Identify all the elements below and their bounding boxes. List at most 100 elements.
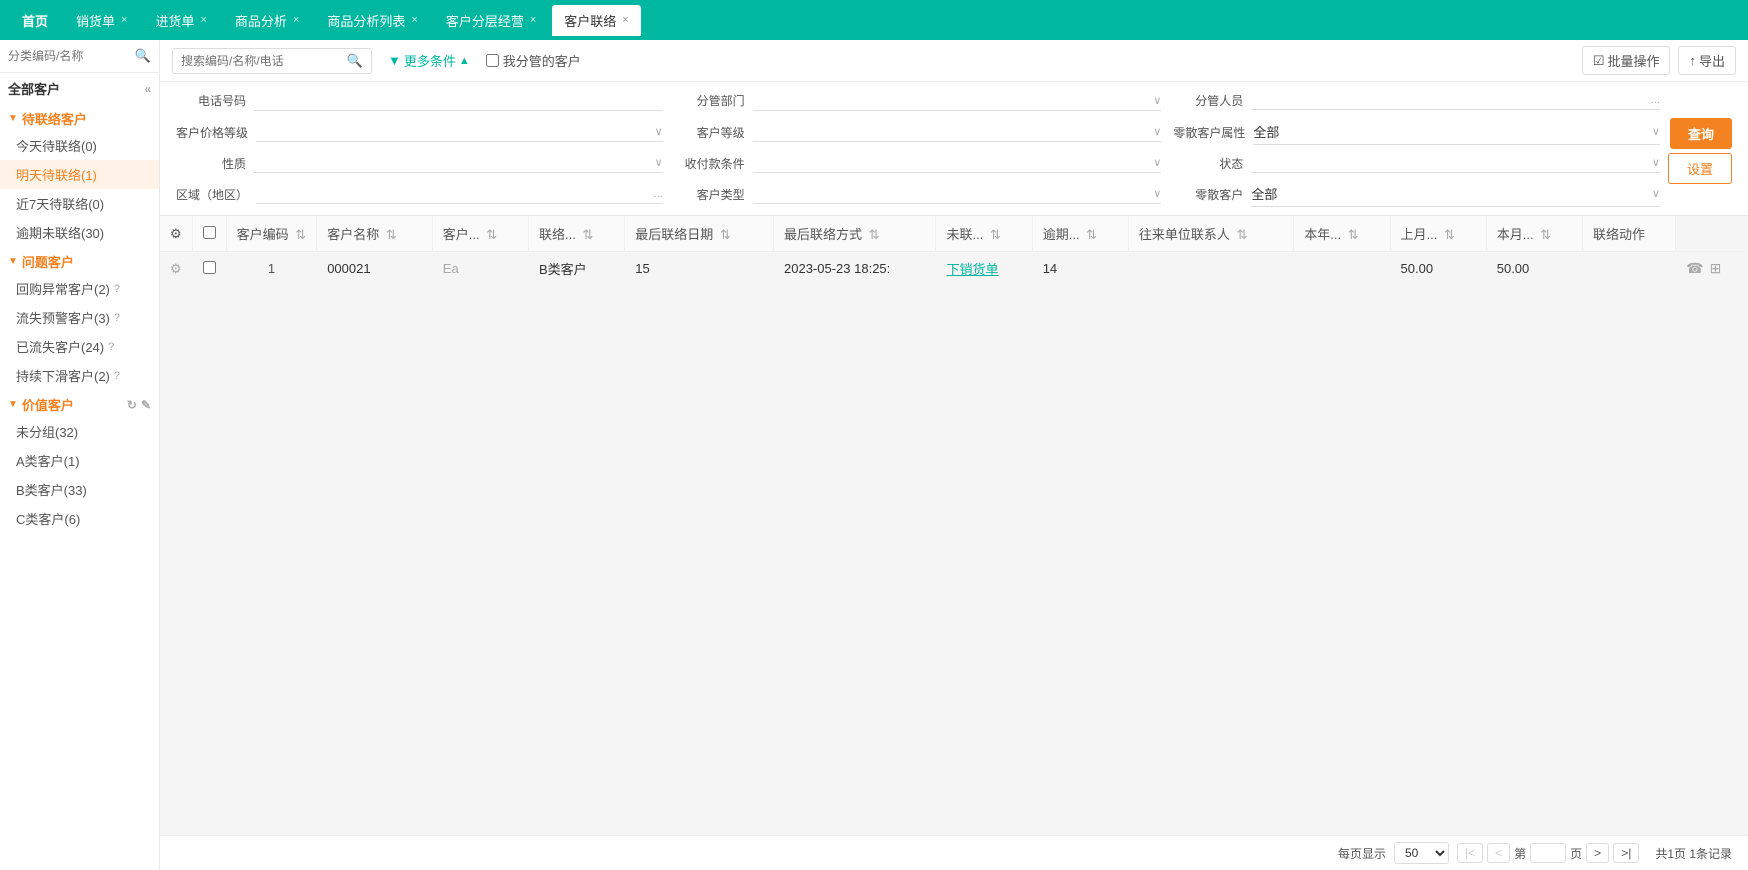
query-btn[interactable]: 查询 bbox=[1670, 118, 1732, 149]
filter-retail-customer-label: 零散客户 bbox=[1173, 186, 1243, 203]
set-btn[interactable]: 设置 bbox=[1668, 153, 1732, 184]
filter-retail-attr-select[interactable]: 全部 ∨ bbox=[1253, 119, 1660, 145]
sort-unit-contact-icon[interactable]: ⇅ bbox=[1237, 227, 1248, 242]
filter-retail-customer-select[interactable]: 全部 ∨ bbox=[1251, 181, 1660, 207]
row-actions: ☎ ⊞ bbox=[1686, 260, 1737, 277]
sort-contact-icon[interactable]: ⇅ bbox=[582, 227, 593, 242]
sidebar-all-customers[interactable]: 全部客户 « bbox=[0, 73, 159, 104]
more-conditions-btn[interactable]: ▼ 更多条件 ▲ bbox=[380, 47, 478, 74]
sidebar-item-overdue[interactable]: 逾期未联络(30) bbox=[0, 218, 159, 247]
sort-last-contact-method-icon[interactable]: ⇅ bbox=[869, 227, 880, 242]
td-last-month: 50.00 bbox=[1486, 252, 1582, 286]
sort-this-month-icon[interactable]: ⇅ bbox=[1540, 227, 1551, 242]
main-search-icon[interactable]: 🔍 bbox=[347, 53, 363, 69]
close-purchase-order[interactable]: × bbox=[200, 14, 206, 26]
customer-table: ⚙ 客户编码 ⇅ 客户名称 ⇅ bbox=[160, 216, 1748, 286]
select-all-checkbox[interactable] bbox=[203, 226, 216, 239]
th-last-month: 上月... ⇅ bbox=[1390, 216, 1486, 252]
sidebar-item-churned[interactable]: 已流失客户(24) ? bbox=[0, 332, 159, 361]
sort-overdue-icon[interactable]: ⇅ bbox=[1086, 227, 1097, 242]
help-icon-churn[interactable]: ? bbox=[114, 312, 120, 324]
sort-type-icon[interactable]: ⇅ bbox=[486, 227, 497, 242]
close-product-analysis-list[interactable]: × bbox=[411, 14, 417, 26]
filter-manager-select[interactable]: ... bbox=[1251, 91, 1660, 110]
page-number-input[interactable]: 1 bbox=[1530, 843, 1566, 863]
sidebar-search-bar: 🔍 bbox=[0, 40, 159, 73]
filter-payment-select[interactable]: ∨ bbox=[753, 153, 1162, 173]
sort-last-contact-date-icon[interactable]: ⇅ bbox=[720, 227, 731, 242]
help-icon-repurchase[interactable]: ? bbox=[114, 283, 120, 295]
sort-un-contact-icon[interactable]: ⇅ bbox=[990, 227, 1001, 242]
my-customers-checkbox[interactable] bbox=[486, 54, 499, 67]
td-check[interactable] bbox=[192, 252, 226, 286]
filter-nature-select[interactable]: ∨ bbox=[254, 153, 663, 173]
retail-customer-dropdown-icon: ∨ bbox=[1652, 187, 1660, 200]
close-customer-contact[interactable]: × bbox=[622, 14, 628, 26]
last-page-btn[interactable]: >| bbox=[1613, 843, 1639, 863]
main-layout: 🔍 全部客户 « ▼ 待联络客户 今天待联络(0) 明天待联络(1) 近7天待联… bbox=[0, 40, 1748, 870]
sort-code-icon[interactable]: ⇅ bbox=[295, 227, 306, 242]
sort-last-month-icon[interactable]: ⇅ bbox=[1444, 227, 1455, 242]
price-level-dropdown-icon: ∨ bbox=[655, 125, 663, 138]
sidebar-search-input[interactable] bbox=[8, 49, 131, 63]
phone-action-icon[interactable]: ☎ bbox=[1686, 260, 1703, 277]
grid-action-icon[interactable]: ⊞ bbox=[1710, 260, 1722, 277]
close-product-analysis[interactable]: × bbox=[293, 14, 299, 26]
first-page-btn[interactable]: |< bbox=[1457, 843, 1483, 863]
filter-region-select[interactable]: ... bbox=[256, 185, 663, 204]
sidebar-item-repurchase-anomaly[interactable]: 回购异常客户(2) ? bbox=[0, 274, 159, 303]
refresh-icon[interactable]: ↻ bbox=[127, 398, 137, 412]
th-un-contact: 未联... ⇅ bbox=[936, 216, 1032, 252]
row-checkbox[interactable] bbox=[203, 261, 216, 274]
filter-customer-level-select[interactable]: ∨ bbox=[753, 122, 1162, 142]
th-overdue: 逾期... ⇅ bbox=[1032, 216, 1128, 252]
page-size-select[interactable]: 10 20 50 100 bbox=[1394, 842, 1449, 864]
td-gear[interactable]: ⚙ bbox=[160, 252, 192, 286]
nav-customer-tier[interactable]: 客户分层经营 × bbox=[434, 5, 548, 36]
gear-header-icon[interactable]: ⚙ bbox=[170, 226, 182, 241]
help-icon-declining[interactable]: ? bbox=[114, 370, 120, 382]
filter-dept-select[interactable]: ∨ bbox=[753, 91, 1162, 111]
th-check[interactable] bbox=[192, 216, 226, 252]
last-contact-method-link[interactable]: 下销货单 bbox=[946, 262, 998, 277]
nav-product-analysis-list[interactable]: 商品分析列表 × bbox=[315, 5, 429, 36]
nav-sales-order[interactable]: 销货单 × bbox=[64, 5, 139, 36]
nav-product-analysis[interactable]: 商品分析 × bbox=[223, 5, 311, 36]
next-page-btn[interactable]: > bbox=[1586, 843, 1609, 863]
sidebar-group-value[interactable]: ▼ 价值客户 ↻ ✎ bbox=[0, 390, 159, 417]
nav-purchase-order[interactable]: 进货单 × bbox=[143, 5, 218, 36]
sort-this-year-icon[interactable]: ⇅ bbox=[1348, 227, 1359, 242]
filter-status-select[interactable]: ∨ bbox=[1251, 153, 1660, 173]
filter-customer-type-select[interactable]: ∨ bbox=[753, 184, 1162, 204]
close-customer-tier[interactable]: × bbox=[530, 14, 536, 26]
main-search-input[interactable] bbox=[181, 54, 343, 68]
sidebar-item-today[interactable]: 今天待联络(0) bbox=[0, 131, 159, 160]
batch-op-btn[interactable]: ☑ 批量操作 bbox=[1582, 46, 1671, 75]
filter-phone-input[interactable] bbox=[254, 90, 663, 111]
td-name: Ea bbox=[432, 252, 528, 286]
sidebar-item-ungrouped[interactable]: 未分组(32) bbox=[0, 417, 159, 446]
sidebar-item-week[interactable]: 近7天待联络(0) bbox=[0, 189, 159, 218]
my-customers-filter[interactable]: 我分管的客户 bbox=[486, 51, 581, 70]
nav-home[interactable]: 首页 bbox=[10, 5, 60, 36]
filter-price-level-select[interactable]: ∨ bbox=[256, 122, 663, 142]
close-sales-order[interactable]: × bbox=[121, 14, 127, 26]
help-icon-churned[interactable]: ? bbox=[108, 341, 114, 353]
sidebar-item-class-b[interactable]: B类客户(33) bbox=[0, 475, 159, 504]
sidebar-item-declining[interactable]: 持续下滑客户(2) ? bbox=[0, 361, 159, 390]
td-this-year: 50.00 bbox=[1390, 252, 1486, 286]
nav-customer-contact[interactable]: 客户联络 × bbox=[552, 5, 640, 36]
status-dropdown-icon: ∨ bbox=[1652, 156, 1660, 169]
sort-name-icon[interactable]: ⇅ bbox=[386, 227, 397, 242]
edit-icon[interactable]: ✎ bbox=[141, 398, 151, 412]
sidebar-item-tomorrow[interactable]: 明天待联络(1) bbox=[0, 160, 159, 189]
export-btn[interactable]: ↑ 导出 bbox=[1678, 46, 1736, 75]
sidebar-search-icon[interactable]: 🔍 bbox=[135, 48, 151, 64]
sidebar-item-class-a[interactable]: A类客户(1) bbox=[0, 446, 159, 475]
sidebar-item-class-c[interactable]: C类客户(6) bbox=[0, 504, 159, 533]
sidebar-item-churn-warning[interactable]: 流失预警客户(3) ? bbox=[0, 303, 159, 332]
sidebar-group-pending[interactable]: ▼ 待联络客户 bbox=[0, 104, 159, 131]
sidebar-group-problem[interactable]: ▼ 问题客户 bbox=[0, 247, 159, 274]
th-gear[interactable]: ⚙ bbox=[160, 216, 192, 252]
prev-page-btn[interactable]: < bbox=[1487, 843, 1510, 863]
